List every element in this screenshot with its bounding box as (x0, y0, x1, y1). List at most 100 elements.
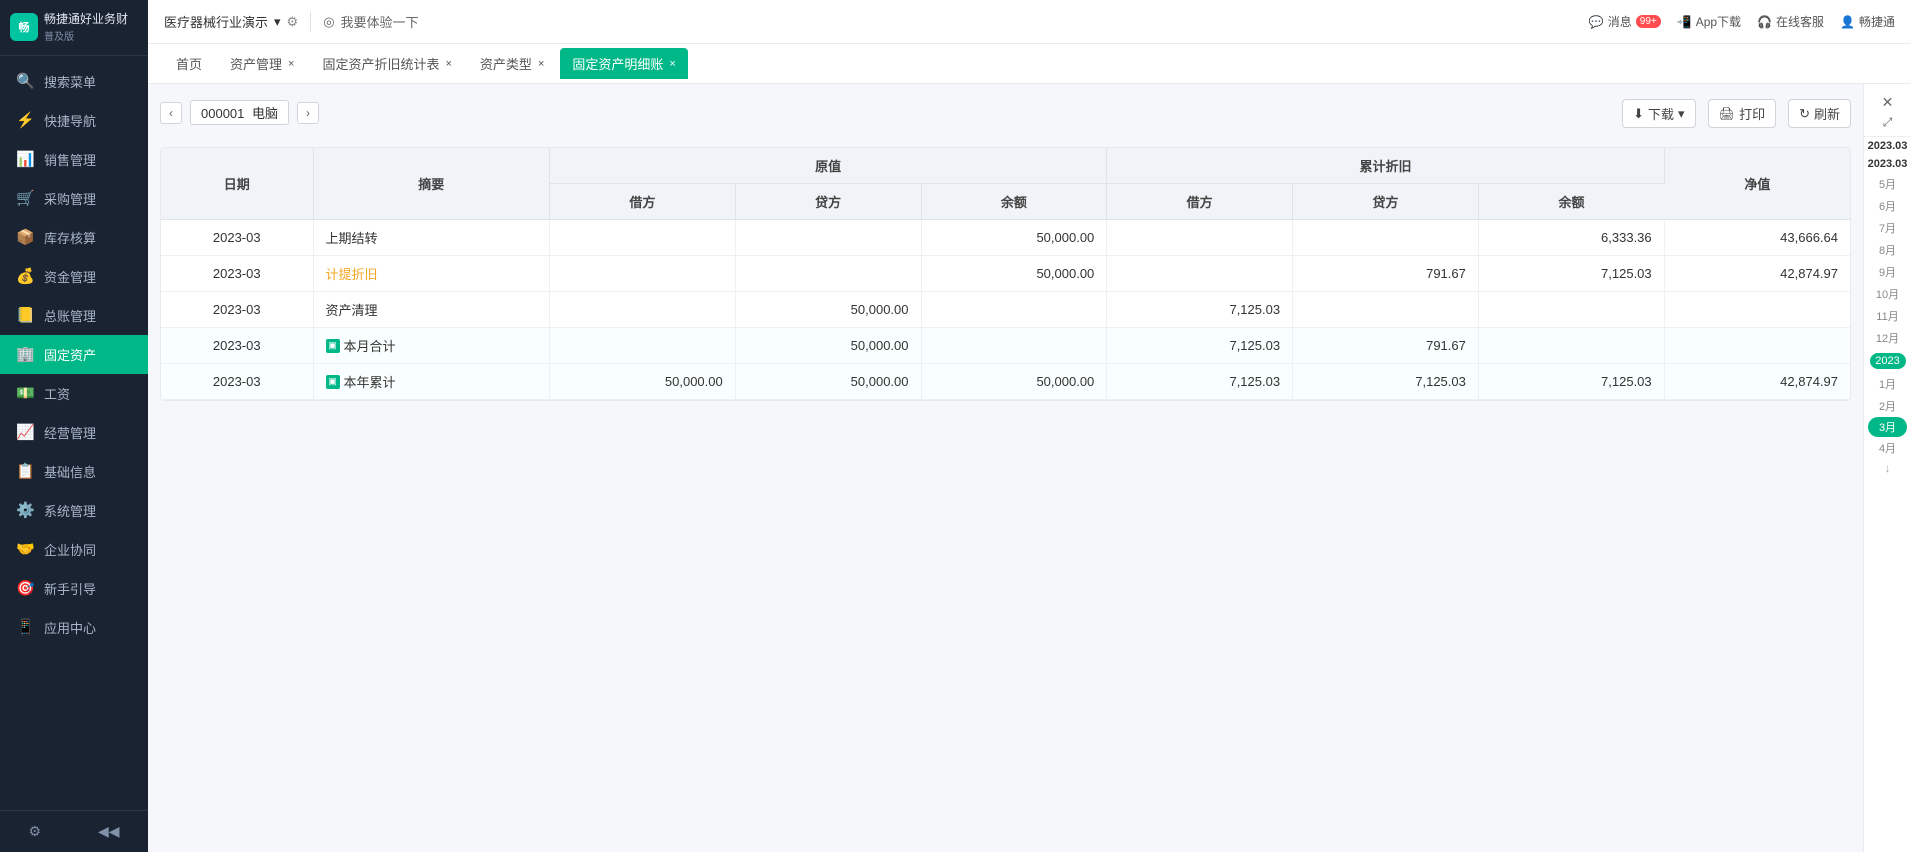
appstore-icon: 📱 (16, 618, 34, 636)
tab-depreciation-label: 固定资产折旧统计表 (322, 54, 439, 73)
sidebar-label-sales: 销售管理 (44, 150, 96, 169)
sidebar-label-search: 搜索菜单 (44, 72, 96, 91)
refresh-button[interactable]: ↻ 刷新 (1788, 99, 1851, 128)
sidebar-label-guide: 新手引导 (44, 579, 96, 598)
tab-assets-close[interactable]: × (288, 58, 294, 70)
cell-summary: ▣ 本月合计 (313, 328, 549, 364)
tab-home-label: 首页 (176, 54, 202, 73)
tl-year-2023-03a: 2023.03 (1864, 137, 1911, 155)
ops-icon: 📈 (16, 423, 34, 441)
tl-month-10[interactable]: 10月 (1864, 283, 1911, 305)
rp-header: ✕ ⤢ (1864, 88, 1911, 137)
download-button[interactable]: 📲 App下载 (1677, 13, 1741, 30)
th-netvalue: 净值 (1664, 148, 1850, 220)
cell-orig-debit: 50,000.00 (549, 364, 735, 400)
sidebar-item-inventory[interactable]: 📦 库存核算 (0, 218, 148, 257)
content-area: ‹ 000001 电脑 › ⬇ 下载 ▾ (148, 84, 1911, 852)
next-icon: › (306, 106, 310, 120)
cell-orig-credit (735, 220, 921, 256)
search-icon: 🔍 (16, 72, 34, 90)
sidebar-item-ledger[interactable]: 📒 总账管理 (0, 296, 148, 335)
message-button[interactable]: 💬 消息 99+ (1589, 13, 1661, 30)
tab-assets[interactable]: 资产管理 × (218, 48, 306, 79)
tab-depreciation-close[interactable]: × (445, 58, 451, 70)
th-date: 日期 (161, 148, 313, 220)
print-button[interactable]: 🖨 打印 (1708, 99, 1777, 128)
cell-orig-credit: 50,000.00 (735, 364, 921, 400)
cell-date: 2023-03 (161, 220, 313, 256)
asset-code: 000001 (201, 106, 244, 121)
tab-detail-close[interactable]: × (669, 58, 675, 70)
settings-button[interactable]: ⚙ (20, 819, 49, 844)
experience-icon: ◎ (323, 14, 334, 30)
tl-month-2[interactable]: 2月 (1864, 395, 1911, 417)
sidebar-item-sales[interactable]: 📊 销售管理 (0, 140, 148, 179)
collapse-button[interactable]: ◀◀ (90, 819, 128, 844)
asset-next-button[interactable]: › (297, 102, 319, 124)
tl-month-4[interactable]: 4月 (1864, 437, 1911, 459)
sidebar: 畅 畅捷通好业务财 普及版 🔍 搜索菜单 ⚡ 快捷导航 📊 销售管理 🛒 采购管… (0, 0, 148, 852)
tl-month-3-active[interactable]: 3月 (1868, 417, 1907, 437)
user-label: 畅捷通 (1859, 13, 1895, 30)
cell-acc-balance: 7,125.03 (1478, 364, 1664, 400)
cell-summary: ▣ 本年累计 (313, 364, 549, 400)
sidebar-label-capital: 资金管理 (44, 267, 96, 286)
th-orig-debit: 借方 (549, 184, 735, 220)
sidebar-item-search[interactable]: 🔍 搜索菜单 (0, 62, 148, 101)
asset-navigator: ‹ 000001 电脑 › (160, 96, 319, 129)
timeline: 2023.03 2023.03 5月 6月 7月 8月 9月 10月 11月 1… (1864, 137, 1911, 848)
sidebar-label-inventory: 库存核算 (44, 228, 96, 247)
download-button[interactable]: ⬇ 下载 ▾ (1622, 99, 1695, 128)
asset-prev-button[interactable]: ‹ (160, 102, 182, 124)
panel-expand-button[interactable]: ⤢ (1881, 113, 1895, 132)
tab-assettype[interactable]: 资产类型 × (468, 48, 556, 79)
tab-home[interactable]: 首页 (164, 48, 214, 79)
tl-month-6[interactable]: 6月 (1864, 195, 1911, 217)
year-total-icon: ▣ (326, 375, 340, 389)
quicknav-icon: ⚡ (16, 111, 34, 129)
message-icon: 💬 (1589, 15, 1604, 29)
cell-acc-debit (1107, 256, 1293, 292)
sidebar-item-appstore[interactable]: 📱 应用中心 (0, 608, 148, 647)
settings-gear-icon[interactable]: ⚙ (287, 14, 299, 30)
table-row: 2023-03 上期结转 50,000.00 6,333.36 43,666.6… (161, 220, 1850, 256)
user-avatar[interactable]: 👤 畅捷通 (1840, 13, 1895, 30)
support-button[interactable]: 🎧 在线客服 (1757, 13, 1824, 30)
tab-depreciation[interactable]: 固定资产折旧统计表 × (310, 48, 463, 79)
sidebar-item-fixed[interactable]: 🏢 固定资产 (0, 335, 148, 374)
sidebar-item-guide[interactable]: 🎯 新手引导 (0, 569, 148, 608)
sidebar-label-system: 系统管理 (44, 501, 96, 520)
experience-button[interactable]: ◎ 我要体验一下 (323, 12, 418, 31)
tl-month-9[interactable]: 9月 (1864, 261, 1911, 283)
download-icon: ⬇ (1633, 106, 1644, 122)
logo-name: 畅捷通好业务财 (44, 12, 128, 28)
sidebar-item-base[interactable]: 📋 基础信息 (0, 452, 148, 491)
tl-month-1[interactable]: 1月 (1864, 373, 1911, 395)
tl-month-5[interactable]: 5月 (1864, 173, 1911, 195)
ledger-icon: 📒 (16, 306, 34, 324)
sidebar-item-collab[interactable]: 🤝 企业协同 (0, 530, 148, 569)
tab-detail[interactable]: 固定资产明细账 × (560, 48, 687, 79)
cell-netvalue (1664, 328, 1850, 364)
tl-month-8[interactable]: 8月 (1864, 239, 1911, 261)
asset-tag: 000001 电脑 (190, 100, 289, 125)
sidebar-item-ops[interactable]: 📈 经营管理 (0, 413, 148, 452)
purchase-icon: 🛒 (16, 189, 34, 207)
logo-icon: 畅 (10, 13, 38, 41)
tl-month-12[interactable]: 12月 (1864, 327, 1911, 349)
sidebar-item-quicknav[interactable]: ⚡ 快捷导航 (0, 101, 148, 140)
tl-month-11[interactable]: 11月 (1864, 305, 1911, 327)
cell-acc-credit: 791.67 (1293, 328, 1479, 364)
sidebar-item-purchase[interactable]: 🛒 采购管理 (0, 179, 148, 218)
tab-assettype-close[interactable]: × (538, 58, 544, 70)
company-selector[interactable]: 医疗器械行业演示 ▾ ⚙ (164, 12, 298, 31)
panel-close-button[interactable]: ✕ (1880, 92, 1896, 113)
experience-label: 我要体验一下 (341, 12, 419, 31)
sidebar-item-system[interactable]: ⚙️ 系统管理 (0, 491, 148, 530)
tab-assets-label: 资产管理 (230, 54, 282, 73)
sidebar-item-salary[interactable]: 💵 工资 (0, 374, 148, 413)
cell-acc-debit: 7,125.03 (1107, 328, 1293, 364)
sidebar-item-capital[interactable]: 💰 资金管理 (0, 257, 148, 296)
collab-icon: 🤝 (16, 540, 34, 558)
tl-month-7[interactable]: 7月 (1864, 217, 1911, 239)
